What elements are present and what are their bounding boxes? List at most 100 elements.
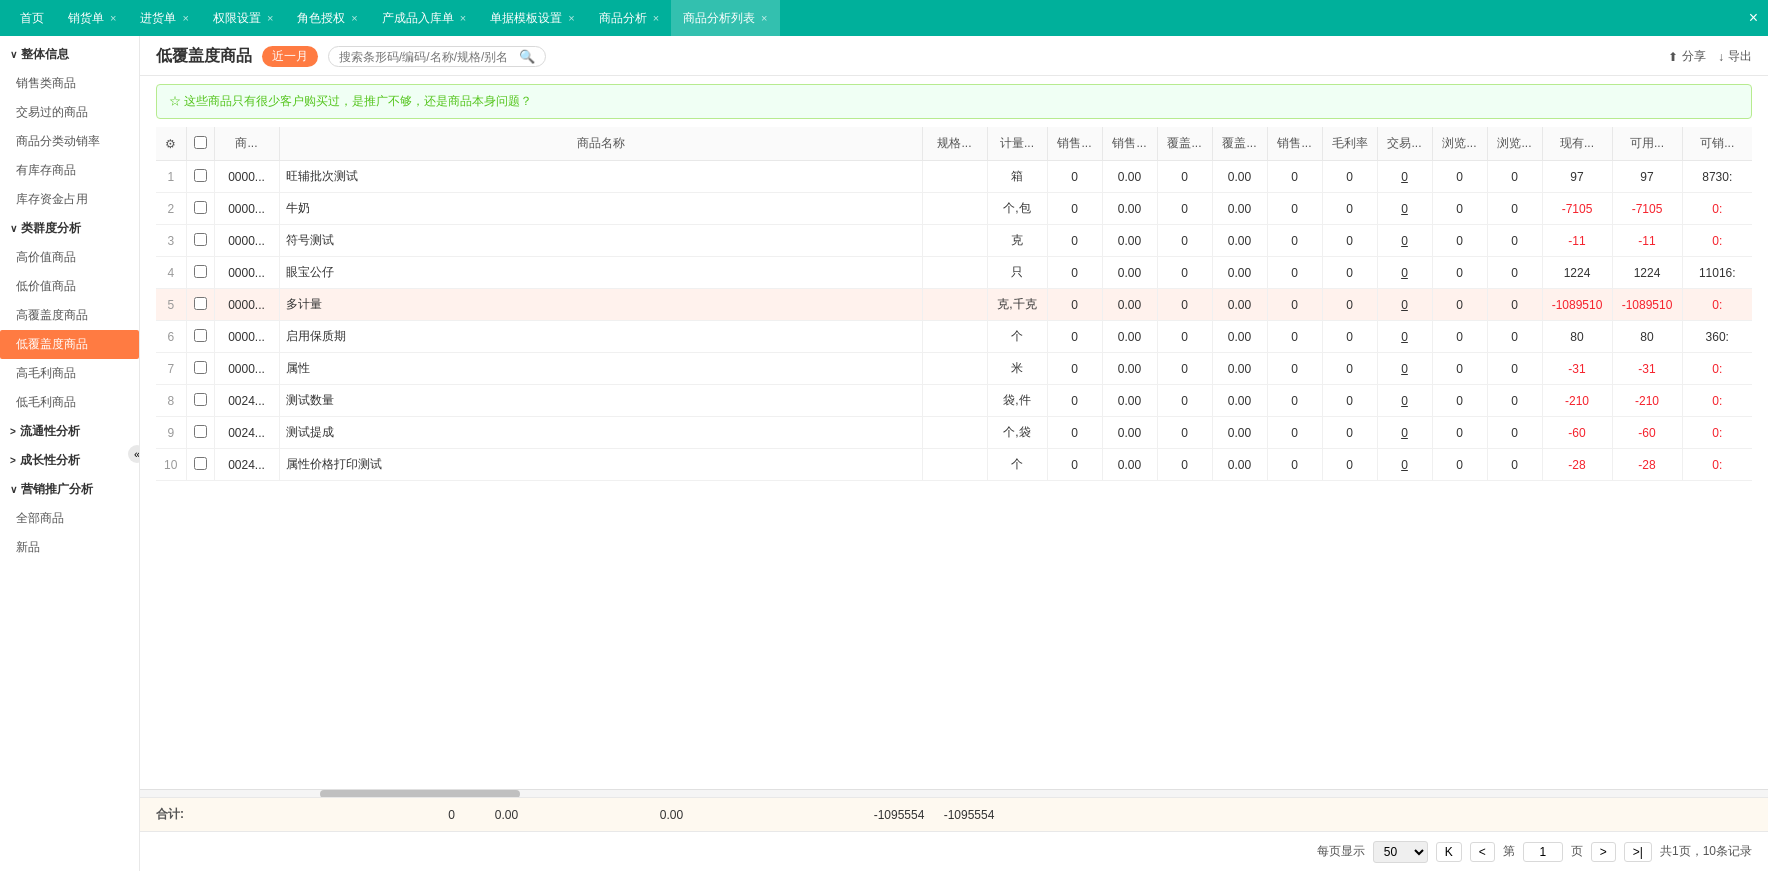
prev-page-button[interactable]: < xyxy=(1470,842,1495,862)
saleable-column-header[interactable]: 可销... xyxy=(1682,127,1752,161)
name-column-header[interactable]: 商品名称 xyxy=(279,127,922,161)
sidebar-section-marketing[interactable]: ∨ 营销推广分析 xyxy=(0,475,139,504)
available-column-header[interactable]: 可用... xyxy=(1612,127,1682,161)
close-product-warehouse-icon[interactable]: × xyxy=(460,12,466,24)
nav-role-auth[interactable]: 角色授权 × xyxy=(285,0,369,36)
sidebar-section-overall[interactable]: ∨ 整体信息 xyxy=(0,40,139,69)
nav-home[interactable]: 首页 xyxy=(8,0,56,36)
select-all-checkbox[interactable] xyxy=(194,136,207,149)
row-checkbox[interactable] xyxy=(194,425,207,438)
row-transaction-cell[interactable]: 0 xyxy=(1377,225,1432,257)
horizontal-scrollbar[interactable] xyxy=(140,789,1768,797)
nav-template-settings[interactable]: 单据模板设置 × xyxy=(478,0,586,36)
row-checkbox-cell[interactable] xyxy=(186,289,214,321)
close-permission-icon[interactable]: × xyxy=(267,12,273,24)
row-checkbox[interactable] xyxy=(194,457,207,470)
coverage1-column-header[interactable]: 覆盖... xyxy=(1157,127,1212,161)
unit-column-header[interactable]: 计量... xyxy=(987,127,1047,161)
row-checkbox-cell[interactable] xyxy=(186,321,214,353)
nav-product-analysis[interactable]: 商品分析 × xyxy=(587,0,671,36)
page-size-select[interactable]: 50 100 xyxy=(1373,841,1428,863)
row-transaction-cell[interactable]: 0 xyxy=(1377,193,1432,225)
row-transaction-cell[interactable]: 0 xyxy=(1377,161,1432,193)
row-checkbox[interactable] xyxy=(194,329,207,342)
close-role-auth-icon[interactable]: × xyxy=(351,12,357,24)
row-transaction-cell[interactable]: 0 xyxy=(1377,353,1432,385)
code-column-header[interactable]: 商... xyxy=(214,127,279,161)
sales2-column-header[interactable]: 销售... xyxy=(1102,127,1157,161)
gross-margin-column-header[interactable]: 毛利率 xyxy=(1322,127,1377,161)
sidebar-section-growth[interactable]: > 成长性分析 xyxy=(0,446,139,475)
nav-sales-order[interactable]: 销货单 × xyxy=(56,0,128,36)
nav-product-analysis-list[interactable]: 商品分析列表 × xyxy=(671,0,779,36)
nav-product-warehouse[interactable]: 产成品入库单 × xyxy=(370,0,478,36)
share-button[interactable]: ⬆ 分享 xyxy=(1668,48,1706,65)
sales1-column-header[interactable]: 销售... xyxy=(1047,127,1102,161)
row-checkbox-cell[interactable] xyxy=(186,385,214,417)
sidebar-item-low-margin[interactable]: 低毛利商品 xyxy=(0,388,139,417)
row-coverage2-cell: 0.00 xyxy=(1212,193,1267,225)
next-page-button[interactable]: > xyxy=(1591,842,1616,862)
sales3-column-header[interactable]: 销售... xyxy=(1267,127,1322,161)
row-checkbox-cell[interactable] xyxy=(186,193,214,225)
page-number-input[interactable] xyxy=(1523,842,1563,862)
row-transaction-cell[interactable]: 0 xyxy=(1377,385,1432,417)
row-transaction-cell[interactable]: 0 xyxy=(1377,417,1432,449)
transaction-column-header[interactable]: 交易... xyxy=(1377,127,1432,161)
sidebar-item-all-goods[interactable]: 全部商品 xyxy=(0,504,139,533)
row-checkbox[interactable] xyxy=(194,265,207,278)
row-checkbox[interactable] xyxy=(194,361,207,374)
browse2-column-header[interactable]: 浏览... xyxy=(1487,127,1542,161)
sidebar-item-high-margin[interactable]: 高毛利商品 xyxy=(0,359,139,388)
sidebar-item-low-value[interactable]: 低价值商品 xyxy=(0,272,139,301)
sidebar-collapse-button[interactable]: « xyxy=(128,445,140,463)
close-product-analysis-icon[interactable]: × xyxy=(653,12,659,24)
close-template-icon[interactable]: × xyxy=(568,12,574,24)
sidebar-item-high-coverage[interactable]: 高覆盖度商品 xyxy=(0,301,139,330)
row-checkbox[interactable] xyxy=(194,169,207,182)
row-checkbox-cell[interactable] xyxy=(186,449,214,481)
row-checkbox[interactable] xyxy=(194,233,207,246)
search-input[interactable] xyxy=(339,50,519,64)
sidebar-item-new-products[interactable]: 新品 xyxy=(0,533,139,562)
sidebar-item-stock-capital[interactable]: 库存资金占用 xyxy=(0,185,139,214)
close-all-tabs-button[interactable]: × xyxy=(1749,9,1758,27)
sidebar-item-low-coverage[interactable]: 低覆盖度商品 xyxy=(0,330,139,359)
date-filter-button[interactable]: 近一月 xyxy=(262,46,318,67)
nav-purchase-order[interactable]: 进货单 × xyxy=(128,0,200,36)
row-transaction-cell[interactable]: 0 xyxy=(1377,321,1432,353)
row-checkbox-cell[interactable] xyxy=(186,417,214,449)
sidebar-section-category[interactable]: ∨ 类群度分析 xyxy=(0,214,139,243)
close-purchase-order-icon[interactable]: × xyxy=(182,12,188,24)
sidebar-item-high-value[interactable]: 高价值商品 xyxy=(0,243,139,272)
row-checkbox[interactable] xyxy=(194,297,207,310)
row-name-cell: 眼宝公仔 xyxy=(279,257,922,289)
row-checkbox-cell[interactable] xyxy=(186,353,214,385)
sidebar-item-sales-goods[interactable]: 销售类商品 xyxy=(0,69,139,98)
sidebar-item-traded-goods[interactable]: 交易过的商品 xyxy=(0,98,139,127)
row-transaction-cell[interactable]: 0 xyxy=(1377,257,1432,289)
spec-column-header[interactable]: 规格... xyxy=(922,127,987,161)
sidebar-item-in-stock[interactable]: 有库存商品 xyxy=(0,156,139,185)
checkbox-column-header[interactable] xyxy=(186,127,214,161)
last-page-button[interactable]: >| xyxy=(1624,842,1652,862)
sidebar-section-liquidity[interactable]: > 流通性分析 xyxy=(0,417,139,446)
table-row: 7 0000... 属性 米 0 0.00 0 0.00 0 0 0 0 0 -… xyxy=(156,353,1752,385)
current-column-header[interactable]: 现有... xyxy=(1542,127,1612,161)
row-checkbox-cell[interactable] xyxy=(186,257,214,289)
close-product-analysis-list-icon[interactable]: × xyxy=(761,12,767,24)
settings-column-header[interactable]: ⚙ xyxy=(156,127,186,161)
row-checkbox[interactable] xyxy=(194,201,207,214)
close-sales-order-icon[interactable]: × xyxy=(110,12,116,24)
nav-permission-settings[interactable]: 权限设置 × xyxy=(201,0,285,36)
row-transaction-cell[interactable]: 0 xyxy=(1377,449,1432,481)
export-button[interactable]: ↓ 导出 xyxy=(1718,48,1752,65)
row-checkbox-cell[interactable] xyxy=(186,225,214,257)
sidebar-item-category-sales-rate[interactable]: 商品分类动销率 xyxy=(0,127,139,156)
row-checkbox[interactable] xyxy=(194,393,207,406)
row-transaction-cell[interactable]: 0 xyxy=(1377,289,1432,321)
coverage2-column-header[interactable]: 覆盖... xyxy=(1212,127,1267,161)
first-page-button[interactable]: K xyxy=(1436,842,1462,862)
row-checkbox-cell[interactable] xyxy=(186,161,214,193)
browse1-column-header[interactable]: 浏览... xyxy=(1432,127,1487,161)
